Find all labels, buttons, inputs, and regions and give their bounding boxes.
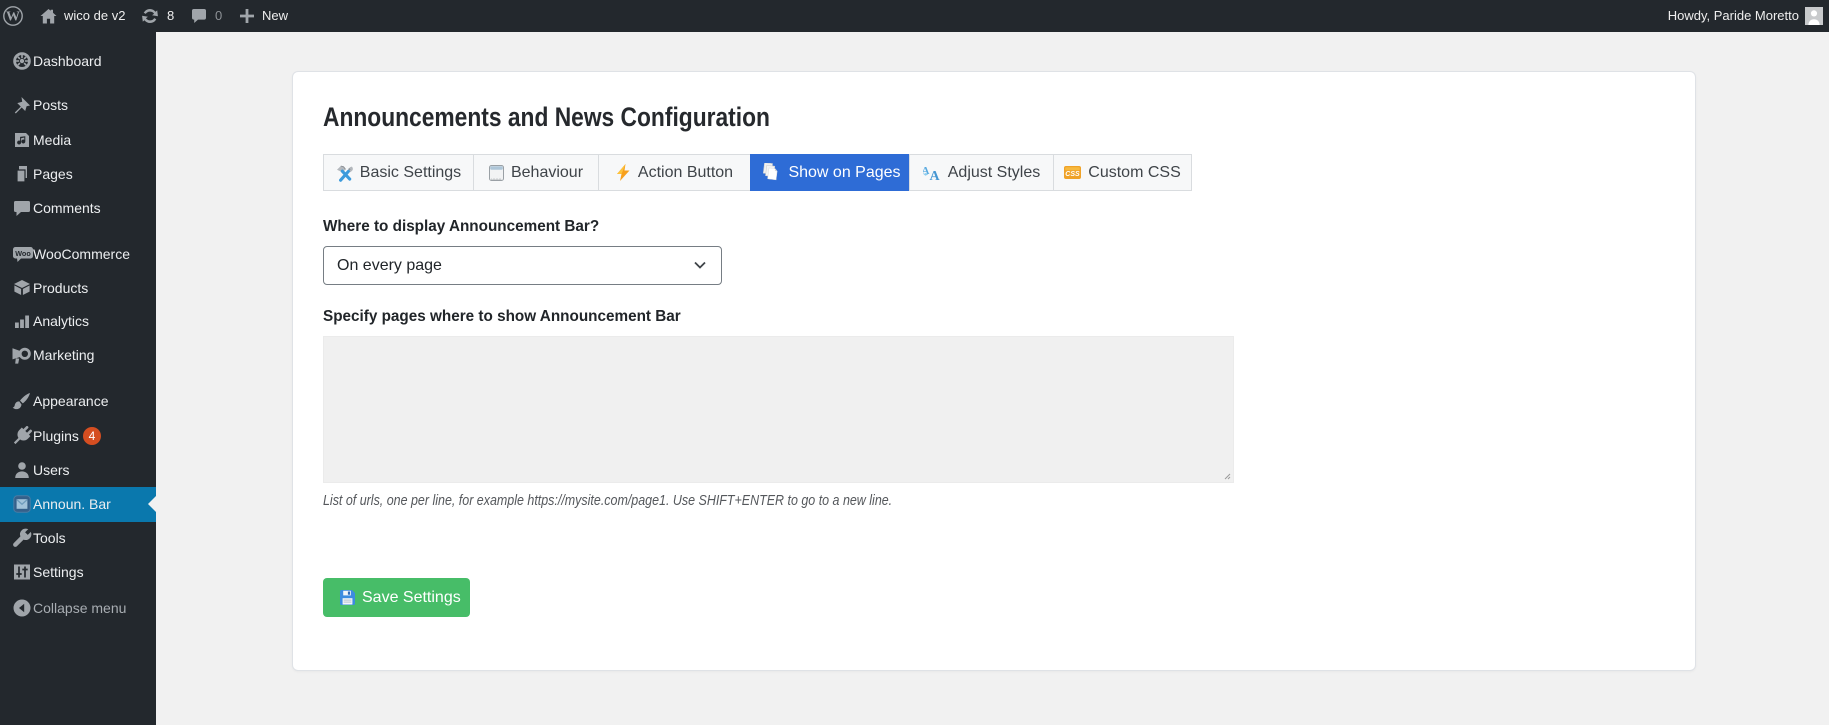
svg-text:W: W bbox=[6, 10, 20, 25]
svg-text:Woo: Woo bbox=[15, 249, 31, 258]
svg-text:A: A bbox=[929, 169, 940, 181]
svg-text:CSS: CSS bbox=[1066, 171, 1081, 178]
